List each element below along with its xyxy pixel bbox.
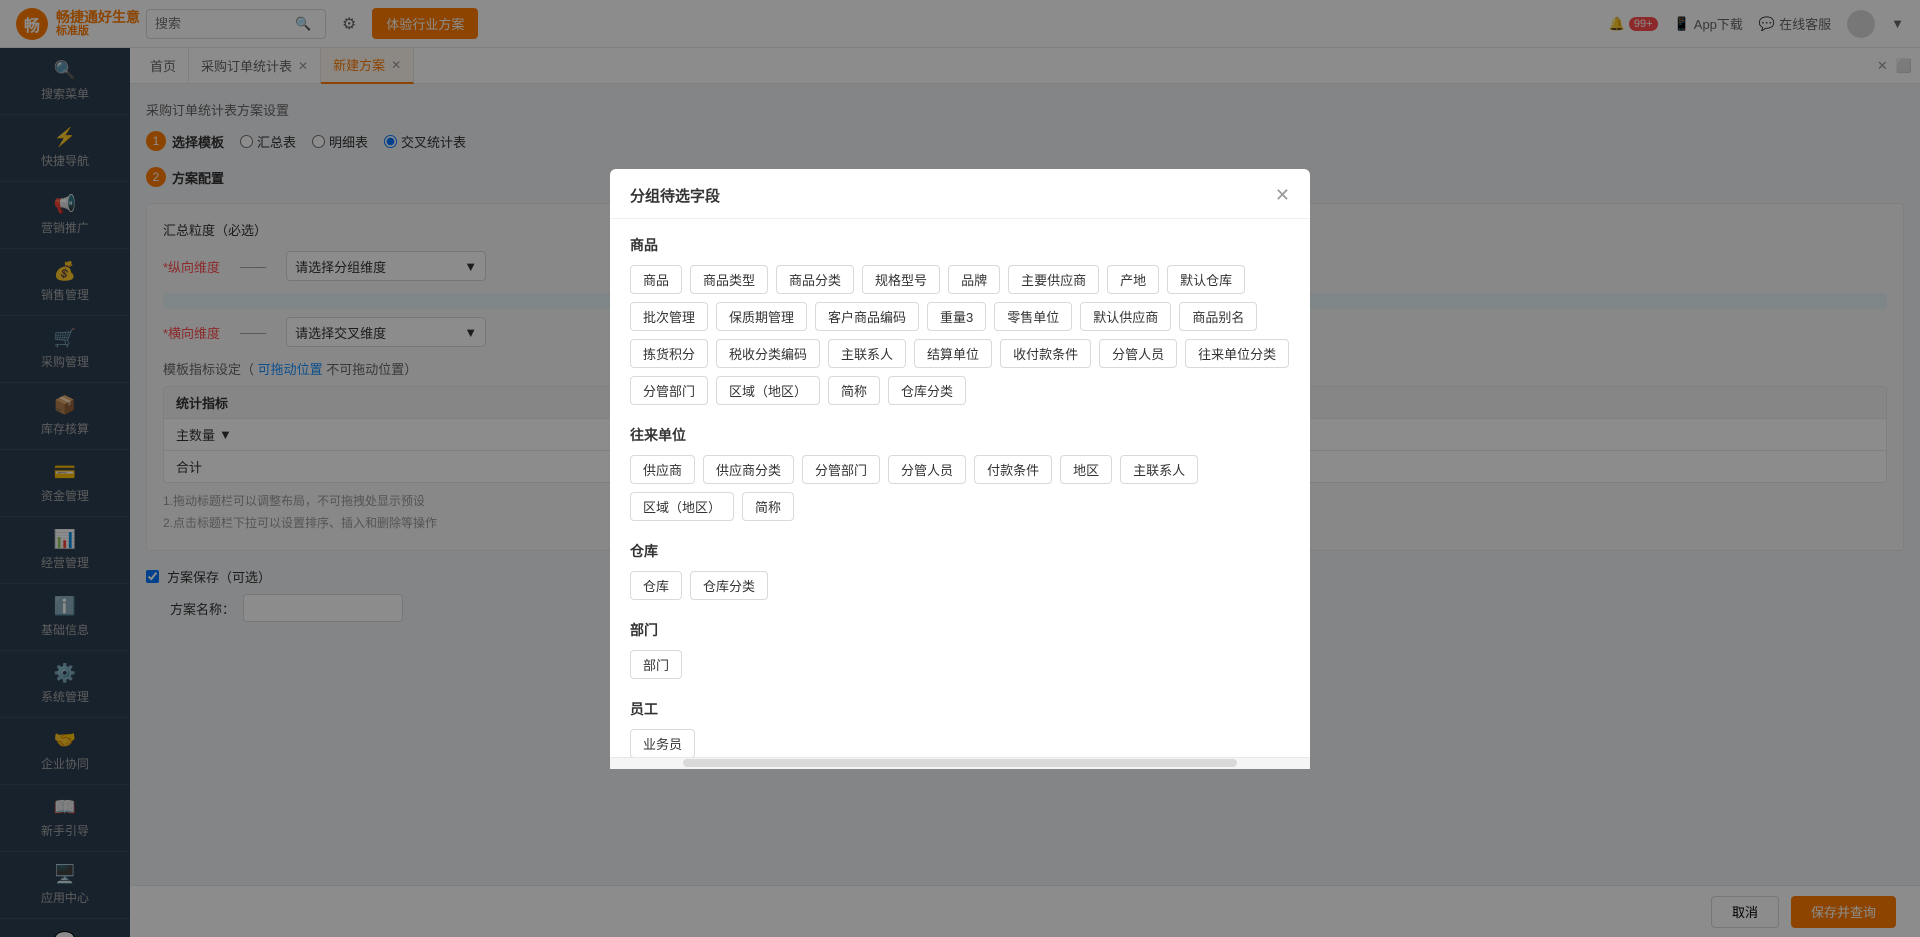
field-tag[interactable]: 部门 xyxy=(630,650,682,679)
section-warehouse-tags: 仓库 仓库分类 xyxy=(630,571,1290,600)
modal: 分组待选字段 ✕ 商品 商品 商品类型 商品分类 规格型号 品牌 主要供应商 产… xyxy=(610,169,1310,769)
field-tag[interactable]: 供应商分类 xyxy=(703,455,794,484)
modal-overlay: 分组待选字段 ✕ 商品 商品 商品类型 商品分类 规格型号 品牌 主要供应商 产… xyxy=(0,0,1920,937)
field-tag[interactable]: 商品别名 xyxy=(1179,302,1257,331)
field-tag[interactable]: 仓库分类 xyxy=(690,571,768,600)
field-tag[interactable]: 默认仓库 xyxy=(1167,265,1245,294)
field-tag[interactable]: 默认供应商 xyxy=(1080,302,1171,331)
field-tag[interactable]: 保质期管理 xyxy=(716,302,807,331)
field-tag[interactable]: 仓库 xyxy=(630,571,682,600)
field-tag[interactable]: 地区 xyxy=(1060,455,1112,484)
field-tag[interactable]: 产地 xyxy=(1107,265,1159,294)
field-tag[interactable]: 供应商 xyxy=(630,455,695,484)
section-employee: 员工 业务员 xyxy=(630,699,1290,758)
field-tag[interactable]: 往来单位分类 xyxy=(1185,339,1289,368)
field-tag[interactable]: 客户商品编码 xyxy=(815,302,919,331)
section-contacts-title: 往来单位 xyxy=(630,425,1290,445)
field-tag[interactable]: 零售单位 xyxy=(994,302,1072,331)
modal-hscrollbar[interactable] xyxy=(610,757,1310,768)
field-tag[interactable]: 主联系人 xyxy=(1120,455,1198,484)
field-tag[interactable]: 结算单位 xyxy=(914,339,992,368)
field-tag[interactable]: 简称 xyxy=(828,376,880,405)
field-tag[interactable]: 商品类型 xyxy=(690,265,768,294)
field-tag[interactable]: 商品 xyxy=(630,265,682,294)
field-tag[interactable]: 区域（地区） xyxy=(716,376,820,405)
field-tag[interactable]: 仓库分类 xyxy=(888,376,966,405)
section-goods-title: 商品 xyxy=(630,235,1290,255)
field-tag[interactable]: 业务员 xyxy=(630,729,695,758)
section-employee-title: 员工 xyxy=(630,699,1290,719)
field-tag[interactable]: 规格型号 xyxy=(862,265,940,294)
field-tag[interactable]: 区域（地区） xyxy=(630,492,734,521)
section-warehouse: 仓库 仓库 仓库分类 xyxy=(630,541,1290,600)
modal-close-icon[interactable]: ✕ xyxy=(1275,185,1290,206)
section-dept-tags: 部门 xyxy=(630,650,1290,679)
field-tag[interactable]: 主联系人 xyxy=(828,339,906,368)
modal-header: 分组待选字段 ✕ xyxy=(610,169,1310,219)
field-tag[interactable]: 分管人员 xyxy=(1099,339,1177,368)
section-dept: 部门 部门 xyxy=(630,620,1290,679)
field-tag[interactable]: 拣货积分 xyxy=(630,339,708,368)
field-tag[interactable]: 分管部门 xyxy=(802,455,880,484)
field-tag[interactable]: 重量3 xyxy=(927,302,986,331)
field-tag[interactable]: 分管部门 xyxy=(630,376,708,405)
field-tag[interactable]: 收付款条件 xyxy=(1000,339,1091,368)
section-dept-title: 部门 xyxy=(630,620,1290,640)
field-tag[interactable]: 商品分类 xyxy=(776,265,854,294)
section-employee-tags: 业务员 xyxy=(630,729,1290,758)
section-contacts-tags: 供应商 供应商分类 分管部门 分管人员 付款条件 地区 主联系人 区域（地区） … xyxy=(630,455,1290,521)
field-tag[interactable]: 批次管理 xyxy=(630,302,708,331)
field-tag[interactable]: 主要供应商 xyxy=(1008,265,1099,294)
field-tag[interactable]: 税收分类编码 xyxy=(716,339,820,368)
field-tag[interactable]: 分管人员 xyxy=(888,455,966,484)
field-tag[interactable]: 简称 xyxy=(742,492,794,521)
section-goods-tags: 商品 商品类型 商品分类 规格型号 品牌 主要供应商 产地 默认仓库 批次管理 … xyxy=(630,265,1290,405)
section-goods: 商品 商品 商品类型 商品分类 规格型号 品牌 主要供应商 产地 默认仓库 批次… xyxy=(630,235,1290,405)
field-tag[interactable]: 付款条件 xyxy=(974,455,1052,484)
field-tag[interactable]: 品牌 xyxy=(948,265,1000,294)
modal-title: 分组待选字段 xyxy=(630,185,720,206)
modal-body: 商品 商品 商品类型 商品分类 规格型号 品牌 主要供应商 产地 默认仓库 批次… xyxy=(610,219,1310,758)
section-contacts: 往来单位 供应商 供应商分类 分管部门 分管人员 付款条件 地区 主联系人 区域… xyxy=(630,425,1290,521)
section-warehouse-title: 仓库 xyxy=(630,541,1290,561)
